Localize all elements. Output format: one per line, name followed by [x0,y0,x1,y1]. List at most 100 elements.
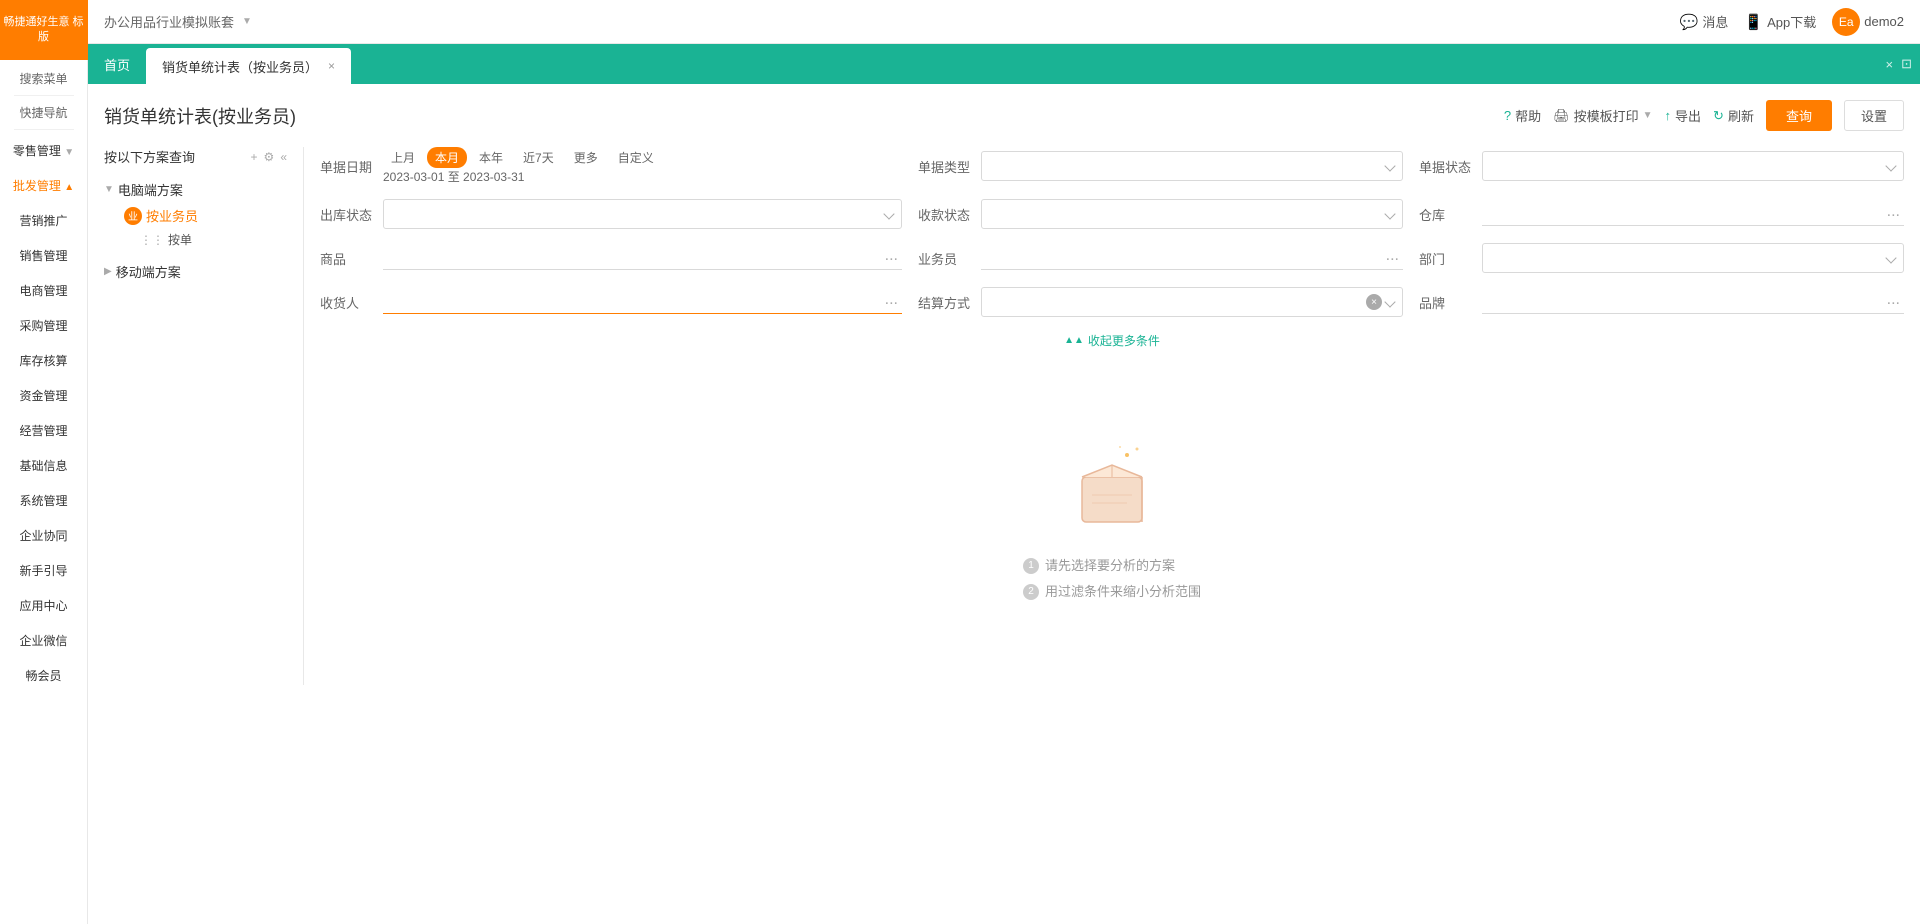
content-area: 销货单统计表(按业务员) ? 帮助 🖨 按模板打印 ▼ ↑ 导出 [88,84,1920,924]
date-btn-7days[interactable]: 近7天 [515,147,562,168]
sidebar-item-system[interactable]: 系统管理 [0,482,87,517]
sidebar-item-sales[interactable]: 销售管理 [0,237,87,272]
out-status-chevron-icon [883,208,894,219]
tab-home[interactable]: 首页 [88,44,146,84]
help-btn[interactable]: ? 帮助 [1504,106,1541,125]
help-icon: ? [1504,108,1511,123]
goods-input[interactable] [387,248,881,263]
date-btn-this-month[interactable]: 本月 [427,147,467,168]
finance-label: 资金管理 [19,389,67,403]
mobile-plan-category[interactable]: ▶ 移动端方案 [104,259,287,284]
pc-plan-category[interactable]: ▼ 电脑端方案 [104,176,287,203]
brand-input[interactable] [1486,292,1883,307]
sidebar-item-purchase[interactable]: 采购管理 [0,307,87,342]
sidebar-item-operations[interactable]: 经营管理 [0,412,87,447]
sidebar-item-wechat[interactable]: 企业微信 [0,622,87,657]
date-btn-more[interactable]: 更多 [566,147,606,168]
plan-item-by-salesperson[interactable]: 业 按业务员 [104,203,287,228]
empty-step-2: 2 用过滤条件来缩小分析范围 [1023,579,1201,605]
filter-item-dept: 部门 [1419,243,1904,273]
sales-label: 销售管理 [19,249,67,263]
settlement-select[interactable]: × [981,287,1403,317]
sidebar-item-base[interactable]: 基础信息 [0,447,87,482]
filter-row-1: 单据日期 上月 本月 本年 近7天 更多 自定义 20 [320,147,1904,185]
tab-sales-stats-label: 销货单统计表（按业务员） [162,57,318,76]
sidebar-item-ecommerce[interactable]: 电商管理 [0,272,87,307]
settlement-clear-icon[interactable]: × [1366,294,1382,310]
message-btn[interactable]: 💬 消息 [1680,12,1729,31]
settings-button[interactable]: 设置 [1844,100,1904,131]
salesperson-dots-icon[interactable]: ... [1386,247,1399,265]
settlement-label: 结算方式 [918,293,973,312]
recipient-dots-icon[interactable]: ... [885,291,898,309]
doc-type-select[interactable] [981,151,1403,181]
filter-row-3: 商品 ... 业务员 [320,243,1904,273]
sidebar-item-finance[interactable]: 资金管理 [0,377,87,412]
empty-state-texts: 1 请先选择要分析的方案 2 用过滤条件来缩小分析范围 [1023,553,1201,605]
step-2-num: 2 [1023,584,1039,600]
dept-control [1482,243,1904,273]
filter-panel-title: 按以下方案查询 [104,147,195,166]
add-plan-icon[interactable]: + [251,150,258,164]
tab-restore-icon[interactable]: ⊡ [1901,56,1912,72]
sidebar-item-enterprise[interactable]: 企业协同 [0,517,87,552]
sidebar-item-apps[interactable]: 应用中心 [0,587,87,622]
settings-plan-icon[interactable]: ⚙ [264,150,275,164]
sidebar-item-inventory[interactable]: 库存核算 [0,342,87,377]
tab-sales-stats[interactable]: 销货单统计表（按业务员） × [146,48,351,84]
sidebar-item-wholesale[interactable]: 批发管理 ▲ [0,167,87,202]
app-download-btn[interactable]: 📱 App下载 [1744,12,1816,31]
collapse-btn[interactable]: ▲▲ 收起更多条件 [1064,332,1160,349]
app-download-label: App下载 [1767,12,1816,31]
doc-status-control [1482,151,1904,181]
print-label: 按模板打印 [1574,106,1639,125]
export-btn[interactable]: ↑ 导出 [1665,106,1702,125]
user-profile-btn[interactable]: Ea demo2 [1832,8,1904,36]
date-btn-last-month[interactable]: 上月 [383,147,423,168]
brand-input-wrapper: ... [1482,291,1904,314]
sidebar-item-retail[interactable]: 零售管理 ▼ [0,132,87,167]
brand-control: ... [1482,291,1904,314]
tab-close-icon[interactable]: × [328,59,335,73]
sidebar-item-member[interactable]: 畅会员 [0,657,87,692]
brand-dots-icon[interactable]: ... [1887,291,1900,309]
filter-item-recipient: 收货人 ... [320,291,902,314]
plan-sub-item-by-order[interactable]: ⋮⋮ 按单 [104,228,287,251]
avatar: Ea [1832,8,1860,36]
date-control: 上月 本月 本年 近7天 更多 自定义 2023-03-01 至 2023-03… [383,147,902,185]
recipient-label: 收货人 [320,293,375,312]
date-btn-custom[interactable]: 自定义 [610,147,662,168]
print-dropdown-icon[interactable]: ▼ [1643,110,1653,121]
doc-status-select[interactable] [1482,151,1904,181]
sidebar-item-search[interactable]: 搜索菜单 [0,60,87,93]
date-label: 单据日期 [320,157,375,176]
salesperson-input[interactable] [985,248,1382,263]
pay-status-chevron-icon [1384,208,1395,219]
warehouse-dots-icon[interactable]: ... [1887,203,1900,221]
tab-close-window-icon[interactable]: × [1886,57,1894,72]
out-status-select[interactable] [383,199,902,229]
divider-2 [14,129,74,130]
sidebar-item-newbie[interactable]: 新手引导 [0,552,87,587]
dept-select[interactable] [1482,243,1904,273]
settlement-chevron-icon [1384,296,1395,307]
refresh-btn[interactable]: ↻ 刷新 [1713,106,1754,125]
print-btn[interactable]: 🖨 按模板打印 ▼ [1553,106,1652,125]
query-button[interactable]: 查询 [1766,100,1832,131]
warehouse-input[interactable] [1486,204,1883,219]
plan-sub-icon: ⋮⋮ [140,233,164,247]
recipient-input[interactable] [387,292,881,307]
pay-status-select[interactable] [981,199,1403,229]
collapse-panel-icon[interactable]: « [280,150,287,164]
user-label: demo2 [1864,14,1904,29]
goods-dots-icon[interactable]: ... [885,247,898,265]
filter-item-doc-status: 单据状态 [1419,151,1904,181]
date-btn-this-year[interactable]: 本年 [471,147,511,168]
mobile-plan-chevron-icon: ▶ [104,266,112,277]
filter-panel-icons: + ⚙ « [251,150,287,164]
sidebar-item-quick-nav[interactable]: 快捷导航 [0,98,87,127]
base-label: 基础信息 [19,459,67,473]
message-icon: 💬 [1680,13,1699,31]
breadcrumb: 办公用品行业模拟账套 [104,12,234,31]
sidebar-item-marketing[interactable]: 营销推广 [0,202,87,237]
